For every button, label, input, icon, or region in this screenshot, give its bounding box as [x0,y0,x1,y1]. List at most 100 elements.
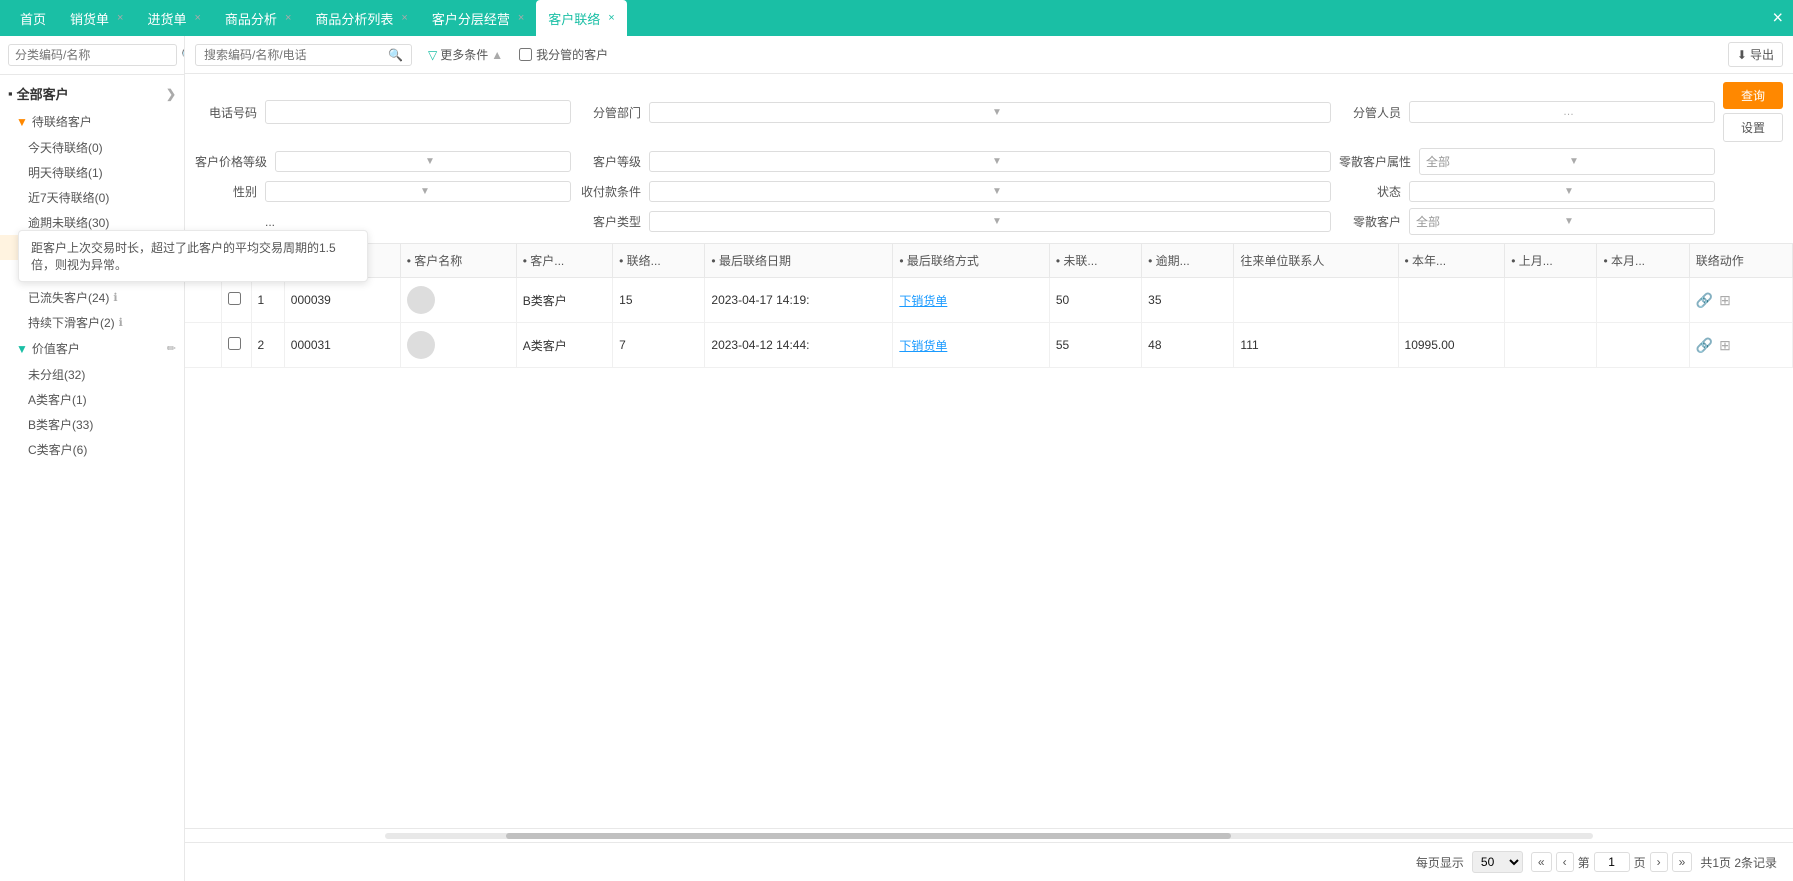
filter-gender-select[interactable]: ▼ [265,181,571,202]
page-input[interactable] [1594,852,1630,872]
horizontal-scrollbar[interactable] [185,828,1793,842]
last-way-link-2[interactable]: 下销货单 [899,339,947,353]
last-page-button[interactable]: » [1672,852,1693,872]
more-filter-button[interactable]: ▽ 更多条件 ▲ [420,43,511,66]
row-checkbox-2[interactable] [228,337,241,350]
filter-grade-select[interactable]: ▼ [649,151,1331,172]
avatar-cell-2 [407,331,510,359]
tab-customer-segment[interactable]: 客户分层经营 × [420,0,536,36]
filter-icon: ▽ [428,48,437,62]
prev-page-button[interactable]: ‹ [1556,852,1574,872]
col-unit-contact[interactable]: 往来单位联系人 [1234,244,1398,278]
filter-payment-select[interactable]: ▼ [649,181,1331,202]
first-page-button[interactable]: « [1531,852,1552,872]
filter-status-label: 状态 [1339,183,1409,200]
cell-no-1: 1 [251,278,284,323]
my-customer-checkbox[interactable]: 我分管的客户 [519,46,608,63]
cell-not-contacted-1: 50 [1049,278,1141,323]
sidebar-group-pending[interactable]: ▼ 待联络客户 [0,108,184,135]
edit-icon[interactable]: ✏ [167,342,176,355]
sidebar-group-pending-label: 待联络客户 [32,113,92,130]
tab-analysis-close[interactable]: × [285,12,291,24]
my-customer-label: 我分管的客户 [536,46,608,63]
window-close-button[interactable]: × [1772,8,1783,29]
page-end-label: 页 [1634,854,1646,871]
chevron-up-icon: ▲ [491,48,503,62]
row-checkbox-1[interactable] [228,292,241,305]
search-input[interactable] [204,48,384,62]
sidebar-item-class-a[interactable]: A类客户(1) [0,387,184,412]
grid-icon-2[interactable]: ⊞ [1719,337,1731,354]
table-header-row: ⚙ • 客户编码 • 客户名称 • 客户... • 联络... • 最后联络日期… [185,244,1793,278]
col-contact[interactable]: • 联络... [613,244,705,278]
filter-retail-attr-select[interactable]: 全部 ▼ [1419,148,1715,175]
sidebar-item-tomorrow[interactable]: 明天待联络(1) [0,160,184,185]
tab-analysis-list[interactable]: 商品分析列表 × [303,0,419,36]
collapse-icon[interactable]: ❯ [166,87,176,101]
col-this-month[interactable]: • 本月... [1597,244,1689,278]
tab-purchase-close[interactable]: × [194,12,200,24]
tab-analysis-list-close[interactable]: × [401,12,407,24]
filter-phone-input[interactable] [265,100,571,124]
more-dots-icon[interactable]: … [1563,106,1708,118]
filter-dept-select[interactable]: ▼ [649,102,1331,123]
sidebar-search-input[interactable] [8,44,177,66]
col-category[interactable]: • 客户... [516,244,612,278]
tab-home[interactable]: 首页 [8,0,58,36]
tab-customer-contact[interactable]: 客户联络 × [536,0,626,36]
sidebar-item-churned[interactable]: 已流失客户(24) ℹ [0,285,184,310]
page-label: 第 [1578,854,1590,871]
my-customer-check[interactable] [519,48,532,61]
grid-icon-1[interactable]: ⊞ [1719,292,1731,309]
filter-dept: 分管部门 ▼ [579,102,1331,123]
sidebar-item-ungrouped[interactable]: 未分组(32) [0,362,184,387]
cell-last-date-1: 2023-04-17 14:19: [705,278,893,323]
sidebar-item-today[interactable]: 今天待联络(0) [0,135,184,160]
tab-sales-close[interactable]: × [117,12,123,24]
cell-this-month-2 [1597,323,1689,368]
filter-customer-type-label: 客户类型 [579,213,649,230]
sidebar-tree: ▪ 全部客户 ❯ ▼ 待联络客户 今天待联络(0) 明天待联络(1) 近7天待联… [0,75,184,881]
col-not-contacted[interactable]: • 未联... [1049,244,1141,278]
sidebar-item-class-c[interactable]: C类客户(6) [0,437,184,462]
next-page-button[interactable]: › [1650,852,1668,872]
filter-more-dots[interactable]: ... [265,215,275,229]
col-last-way[interactable]: • 最后联络方式 [893,244,1050,278]
sidebar-item-7days[interactable]: 近7天待联络(0) [0,185,184,210]
col-this-month-label: • 本月... [1603,254,1645,268]
col-overdue[interactable]: • 逾期... [1142,244,1234,278]
tab-sales[interactable]: 销货单 × [58,0,135,36]
col-last-month[interactable]: • 上月... [1505,244,1597,278]
col-this-year[interactable]: • 本年... [1398,244,1505,278]
per-page-select[interactable]: 50 100 200 [1472,851,1523,873]
tab-customer-contact-close[interactable]: × [608,12,614,24]
sidebar-item-class-a-label: A类客户(1) [28,393,87,407]
sidebar-group-value[interactable]: ▼ 价值客户 ✏ [0,335,184,362]
cell-contact-1: 15 [613,278,705,323]
scroll-thumb[interactable] [506,833,1231,839]
cell-action-2: 🔗 ⊞ [1689,323,1792,368]
link-icon-2[interactable]: 🔗 [1696,337,1713,354]
settings-button[interactable]: 设置 [1723,113,1783,142]
link-icon-1[interactable]: 🔗 [1696,292,1713,309]
sidebar-item-class-b[interactable]: B类客户(33) [0,412,184,437]
export-button[interactable]: ⬇ 导出 [1728,42,1783,67]
filter-retail: 零散客户 全部 ▼ [1339,208,1715,235]
filter-retail-select[interactable]: 全部 ▼ [1409,208,1715,235]
col-name[interactable]: • 客户名称 [400,244,516,278]
col-last-way-label: • 最后联络方式 [899,254,979,268]
tab-analysis[interactable]: 商品分析 × [213,0,303,36]
tab-purchase[interactable]: 进货单 × [135,0,212,36]
query-button[interactable]: 查询 [1723,82,1783,109]
tab-customer-segment-close[interactable]: × [518,12,524,24]
sidebar-item-declining[interactable]: 持续下滑客户(2) ℹ [0,310,184,335]
filter-price-grade-select[interactable]: ▼ [275,151,571,172]
col-last-date[interactable]: • 最后联络日期 [705,244,893,278]
filter-manager-select[interactable]: … [1409,101,1715,123]
last-way-link-1[interactable]: 下销货单 [899,294,947,308]
search-icon[interactable]: 🔍 [388,48,403,62]
filter-status-select[interactable]: ▼ [1409,181,1715,202]
sidebar-root[interactable]: ▪ 全部客户 ❯ [0,79,184,108]
filter-customer-type-select[interactable]: ▼ [649,211,1331,232]
filter-row-3: 性别 ▼ 收付款条件 ▼ 状态 [195,181,1783,202]
